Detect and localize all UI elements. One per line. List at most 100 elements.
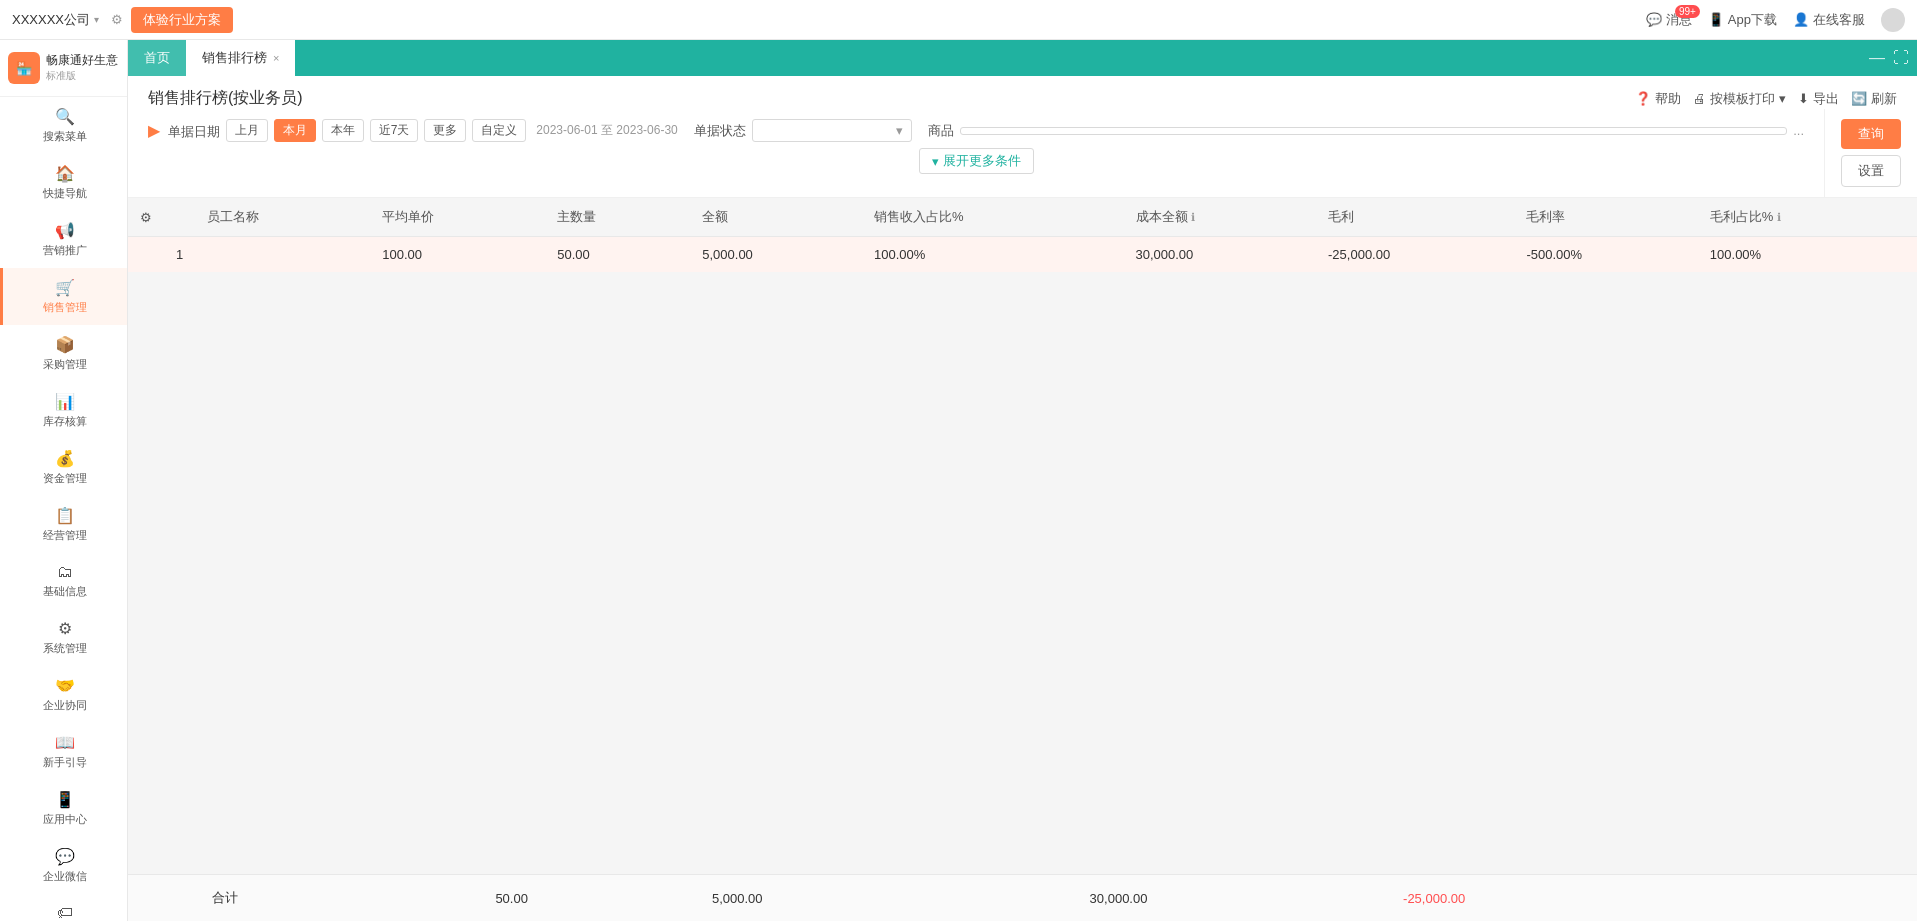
online-service-button[interactable]: 👤 在线客服 bbox=[1793, 11, 1865, 29]
last-7-days-btn[interactable]: 近7天 bbox=[370, 119, 419, 142]
date-filter-group: ▶ 单据日期 上月 本月 本年 近7天 更多 自定义 2023-06-01 至 … bbox=[148, 119, 678, 142]
sales-icon: 🛒 bbox=[55, 278, 75, 297]
tab-sales-rank-label: 销售排行榜 bbox=[202, 49, 267, 67]
tab-minimize-icon[interactable]: — bbox=[1869, 49, 1885, 67]
wechat-icon: 💬 bbox=[55, 847, 75, 866]
custom-date-btn[interactable]: 自定义 bbox=[472, 119, 526, 142]
trial-button[interactable]: 体验行业方案 bbox=[131, 7, 233, 33]
query-settings-section: 查询 设置 bbox=[1824, 109, 1917, 198]
export-button[interactable]: ⬇ 导出 bbox=[1798, 90, 1839, 108]
status-select[interactable]: ▾ bbox=[752, 119, 912, 142]
help-label: 帮助 bbox=[1655, 90, 1681, 108]
curr-month-btn[interactable]: 本月 bbox=[274, 119, 316, 142]
main-layout: 🏪 畅康通好生意 标准版 🔍 搜索菜单 🏠 快捷导航 📢 营销推广 🛒 销售管理… bbox=[0, 40, 1917, 921]
sidebar-item-inventory[interactable]: 📊 库存核算 bbox=[0, 382, 127, 439]
app-icon: 📱 bbox=[1708, 12, 1724, 27]
tab-home-label: 首页 bbox=[144, 49, 170, 67]
filter-query-area: ▶ 单据日期 上月 本月 本年 近7天 更多 自定义 2023-06-01 至 … bbox=[128, 109, 1917, 198]
finance-icon: 💰 bbox=[55, 449, 75, 468]
col-header-qty: 主数量 bbox=[545, 198, 690, 237]
collab-icon: 🤝 bbox=[55, 676, 75, 695]
message-icon: 💬 bbox=[1646, 12, 1662, 27]
expand-more-btn[interactable]: ▾ 展开更多条件 bbox=[919, 148, 1034, 174]
sidebar-item-basic[interactable]: 🗂 基础信息 bbox=[0, 553, 127, 609]
row-cost: 30,000.00 bbox=[1124, 237, 1317, 273]
total-gross-rate bbox=[1721, 883, 1813, 913]
company-chevron-icon: ▾ bbox=[94, 14, 99, 25]
content-area: 首页 销售排行榜 × — ⛶ 销售排行榜(按业务员) ❓ 帮助 bbox=[128, 40, 1917, 921]
refresh-button[interactable]: 🔄 刷新 bbox=[1851, 90, 1897, 108]
sidebar-item-marketing[interactable]: 📢 营销推广 bbox=[0, 211, 127, 268]
page-content: 销售排行榜(按业务员) ❓ 帮助 🖨 按模板打印 ▾ ⬇ 导出 bbox=[128, 76, 1917, 921]
filter-more-icon[interactable]: ... bbox=[1793, 123, 1804, 138]
goods-filter-group: 商品 ... bbox=[928, 122, 1804, 140]
sidebar-item-appstore[interactable]: 📱 应用中心 bbox=[0, 780, 127, 837]
help-button[interactable]: ❓ 帮助 bbox=[1635, 90, 1681, 108]
date-filter-label: ▶ 单据日期 bbox=[148, 121, 220, 141]
row-gross: -25,000.00 bbox=[1316, 237, 1514, 273]
message-button[interactable]: 💬 消息 99+ bbox=[1646, 11, 1692, 29]
row-amount: 5,000.00 bbox=[690, 237, 862, 273]
service-icon: 👤 bbox=[1793, 12, 1809, 27]
page-title: 销售排行榜(按业务员) bbox=[148, 88, 303, 109]
cost-info-icon[interactable]: ℹ bbox=[1191, 211, 1195, 223]
row-avg-price: 100.00 bbox=[370, 237, 545, 273]
goods-select[interactable] bbox=[960, 127, 1787, 135]
col-header-gross-rate: 毛利率 bbox=[1514, 198, 1697, 237]
more-date-btn[interactable]: 更多 bbox=[424, 119, 466, 142]
company-selector[interactable]: XXXXXX公司 ▾ bbox=[12, 11, 99, 29]
sidebar-item-system[interactable]: ⚙ 系统管理 bbox=[0, 609, 127, 666]
col-header-name: 员工名称 bbox=[195, 198, 370, 237]
gross-pct-info-icon[interactable]: ℹ bbox=[1777, 211, 1781, 223]
date-range-display: 2023-06-01 至 2023-06-30 bbox=[536, 122, 677, 139]
page-actions: ❓ 帮助 🖨 按模板打印 ▾ ⬇ 导出 🔄 刷新 bbox=[1635, 90, 1897, 108]
query-button[interactable]: 查询 bbox=[1841, 119, 1901, 149]
sidebar-label-basic: 基础信息 bbox=[43, 584, 87, 599]
sidebar-label-collab: 企业协同 bbox=[43, 698, 87, 713]
expand-label: 展开更多条件 bbox=[943, 152, 1021, 170]
page-header: 销售排行榜(按业务员) ❓ 帮助 🖨 按模板打印 ▾ ⬇ 导出 bbox=[128, 76, 1917, 109]
app-download-button[interactable]: 📱 App下载 bbox=[1708, 11, 1777, 29]
settings-button[interactable]: 设置 bbox=[1841, 155, 1901, 187]
sidebar-item-operations[interactable]: 📋 经营管理 bbox=[0, 496, 127, 553]
sidebar-item-shortcut[interactable]: 🏠 快捷导航 bbox=[0, 154, 127, 211]
tab-sales-rank[interactable]: 销售排行榜 × bbox=[186, 40, 295, 76]
sidebar-label-guide: 新手引导 bbox=[43, 755, 87, 770]
tab-expand-icon[interactable]: ⛶ bbox=[1893, 49, 1909, 67]
top-bar-right: 💬 消息 99+ 📱 App下载 👤 在线客服 bbox=[1646, 8, 1905, 32]
sidebar-item-wechat[interactable]: 💬 企业微信 bbox=[0, 837, 127, 894]
orange-arrow-icon: ▶ bbox=[148, 122, 160, 139]
export-label: 导出 bbox=[1813, 90, 1839, 108]
tab-home[interactable]: 首页 bbox=[128, 40, 186, 76]
sidebar-item-finance[interactable]: 💰 资金管理 bbox=[0, 439, 127, 496]
sidebar-item-member[interactable]: 🏷 畅会员 bbox=[0, 894, 127, 921]
total-sales-pct bbox=[986, 883, 1078, 913]
filter-section: ▶ 单据日期 上月 本月 本年 近7天 更多 自定义 2023-06-01 至 … bbox=[128, 109, 1824, 198]
company-gear-icon[interactable]: ⚙ bbox=[111, 12, 123, 27]
sidebar-item-guide[interactable]: 📖 新手引导 bbox=[0, 723, 127, 780]
sidebar-label-wechat: 企业微信 bbox=[43, 869, 87, 884]
tab-bar: 首页 销售排行榜 × — ⛶ bbox=[128, 40, 1917, 76]
tab-close-icon[interactable]: × bbox=[273, 52, 279, 64]
sidebar-label-sales: 销售管理 bbox=[43, 300, 87, 315]
row-settings bbox=[128, 237, 164, 273]
this-year-btn[interactable]: 本年 bbox=[322, 119, 364, 142]
sidebar-item-purchase[interactable]: 📦 采购管理 bbox=[0, 325, 127, 382]
sidebar-item-collab[interactable]: 🤝 企业协同 bbox=[0, 666, 127, 723]
table-settings-icon[interactable]: ⚙ bbox=[140, 210, 152, 225]
prev-month-btn[interactable]: 上月 bbox=[226, 119, 268, 142]
total-qty: 50.00 bbox=[483, 883, 700, 913]
export-icon: ⬇ bbox=[1798, 91, 1809, 106]
operations-icon: 📋 bbox=[55, 506, 75, 525]
avatar[interactable] bbox=[1881, 8, 1905, 32]
col-header-settings[interactable]: ⚙ bbox=[128, 198, 164, 237]
sidebar-item-sales[interactable]: 🛒 销售管理 bbox=[0, 268, 127, 325]
total-empty-settings bbox=[140, 883, 170, 913]
marketing-icon: 📢 bbox=[55, 221, 75, 240]
row-sales-pct: 100.00% bbox=[862, 237, 1123, 273]
sidebar-item-search[interactable]: 🔍 搜索菜单 bbox=[0, 97, 127, 154]
sidebar-label-system: 系统管理 bbox=[43, 641, 87, 656]
total-cost: 30,000.00 bbox=[1078, 883, 1391, 913]
template-print-button[interactable]: 🖨 按模板打印 ▾ bbox=[1693, 90, 1786, 108]
sidebar-label-marketing: 营销推广 bbox=[43, 243, 87, 258]
